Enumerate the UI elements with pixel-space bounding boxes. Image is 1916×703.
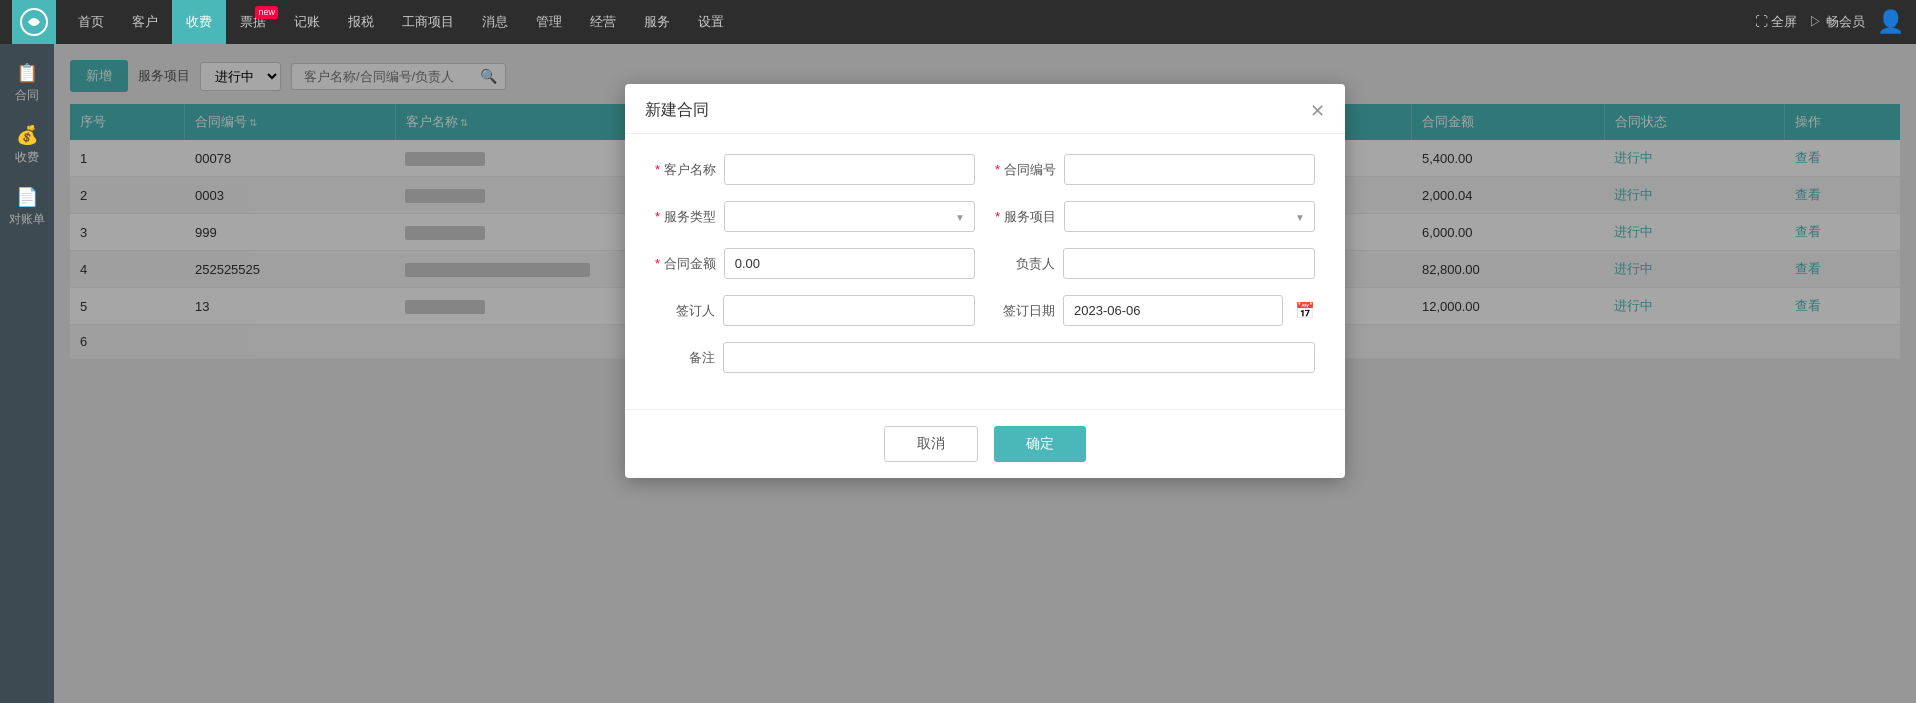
nav-customer[interactable]: 客户 bbox=[118, 0, 172, 44]
nav-right: ⛶ 全屏 ▷ 畅会员 👤 bbox=[1755, 9, 1904, 35]
form-row-1: 客户名称 合同编号 bbox=[655, 154, 1315, 185]
input-remark[interactable] bbox=[723, 342, 1315, 373]
label-customer-name: 客户名称 bbox=[655, 161, 716, 179]
vip-button[interactable]: ▷ 畅会员 bbox=[1809, 13, 1865, 31]
nav-service[interactable]: 服务 bbox=[630, 0, 684, 44]
field-customer-name: 客户名称 bbox=[655, 154, 975, 185]
nav-tax[interactable]: 报税 bbox=[334, 0, 388, 44]
select-wrap-service-type bbox=[724, 201, 975, 232]
nav-manage[interactable]: 管理 bbox=[522, 0, 576, 44]
label-contract-no: 合同编号 bbox=[995, 161, 1056, 179]
fee-icon: 💰 bbox=[16, 124, 38, 146]
app-logo bbox=[12, 0, 56, 44]
confirm-button[interactable]: 确定 bbox=[994, 426, 1086, 462]
modal-footer: 取消 确定 bbox=[625, 409, 1345, 478]
modal-overlay: 新建合同 ✕ 客户名称 合同编号 服务类型 bbox=[54, 44, 1916, 703]
field-amount: 合同金额 bbox=[655, 248, 975, 279]
select-service-item[interactable] bbox=[1064, 201, 1315, 232]
select-service-type[interactable] bbox=[724, 201, 975, 232]
nav-bookkeeping[interactable]: 记账 bbox=[280, 0, 334, 44]
left-sidebar: 📋 合同 💰 收费 📄 对账单 bbox=[0, 44, 54, 703]
select-wrap-service-item bbox=[1064, 201, 1315, 232]
input-signer[interactable] bbox=[723, 295, 975, 326]
sidebar-item-contract[interactable]: 📋 合同 bbox=[0, 52, 54, 114]
top-navigation: 首页 客户 收费 票据 new 记账 报税 工商项目 消息 管理 经营 服务 设… bbox=[0, 0, 1916, 44]
form-row-2: 服务类型 服务项目 bbox=[655, 201, 1315, 232]
sidebar-item-statement[interactable]: 📄 对账单 bbox=[0, 176, 54, 238]
label-signer: 签订人 bbox=[655, 302, 715, 320]
nav-items: 首页 客户 收费 票据 new 记账 报税 工商项目 消息 管理 经营 服务 设… bbox=[64, 0, 1755, 44]
nav-settings[interactable]: 设置 bbox=[684, 0, 738, 44]
input-contract-no[interactable] bbox=[1064, 154, 1315, 185]
modal-header: 新建合同 ✕ bbox=[625, 84, 1345, 134]
form-row-3: 合同金额 负责人 bbox=[655, 248, 1315, 279]
new-contract-modal: 新建合同 ✕ 客户名称 合同编号 服务类型 bbox=[625, 84, 1345, 478]
nav-invoice[interactable]: 票据 new bbox=[226, 0, 280, 44]
nav-business[interactable]: 工商项目 bbox=[388, 0, 468, 44]
field-signer: 签订人 bbox=[655, 295, 975, 326]
field-remark: 备注 bbox=[655, 342, 1315, 373]
sidebar-label-contract: 合同 bbox=[15, 87, 39, 104]
contract-icon: 📋 bbox=[16, 62, 38, 84]
sidebar-label-statement: 对账单 bbox=[9, 211, 45, 228]
new-badge: new bbox=[255, 6, 278, 19]
field-contract-no: 合同编号 bbox=[995, 154, 1315, 185]
field-sign-date: 签订日期 📅 bbox=[995, 295, 1315, 326]
label-amount: 合同金额 bbox=[655, 255, 716, 273]
input-sign-date[interactable] bbox=[1063, 295, 1283, 326]
modal-body: 客户名称 合同编号 服务类型 bbox=[625, 134, 1345, 409]
label-responsible: 负责人 bbox=[995, 255, 1055, 273]
sidebar-label-fee: 收费 bbox=[15, 149, 39, 166]
form-row-4: 签订人 签订日期 📅 bbox=[655, 295, 1315, 326]
label-sign-date: 签订日期 bbox=[995, 302, 1055, 320]
nav-message[interactable]: 消息 bbox=[468, 0, 522, 44]
form-row-5: 备注 bbox=[655, 342, 1315, 373]
label-remark: 备注 bbox=[655, 349, 715, 367]
user-avatar[interactable]: 👤 bbox=[1877, 9, 1904, 35]
input-amount[interactable] bbox=[724, 248, 975, 279]
field-service-item: 服务项目 bbox=[995, 201, 1315, 232]
field-service-type: 服务类型 bbox=[655, 201, 975, 232]
calendar-icon[interactable]: 📅 bbox=[1295, 301, 1315, 320]
nav-fee[interactable]: 收费 bbox=[172, 0, 226, 44]
label-service-item: 服务项目 bbox=[995, 208, 1056, 226]
input-customer-name[interactable] bbox=[724, 154, 975, 185]
modal-close-button[interactable]: ✕ bbox=[1310, 102, 1325, 120]
statement-icon: 📄 bbox=[16, 186, 38, 208]
field-responsible: 负责人 bbox=[995, 248, 1315, 279]
nav-operation[interactable]: 经营 bbox=[576, 0, 630, 44]
nav-home[interactable]: 首页 bbox=[64, 0, 118, 44]
label-service-type: 服务类型 bbox=[655, 208, 716, 226]
sidebar-item-fee[interactable]: 💰 收费 bbox=[0, 114, 54, 176]
fullscreen-button[interactable]: ⛶ 全屏 bbox=[1755, 13, 1798, 31]
cancel-button[interactable]: 取消 bbox=[884, 426, 978, 462]
modal-title: 新建合同 bbox=[645, 100, 709, 121]
input-responsible[interactable] bbox=[1063, 248, 1315, 279]
